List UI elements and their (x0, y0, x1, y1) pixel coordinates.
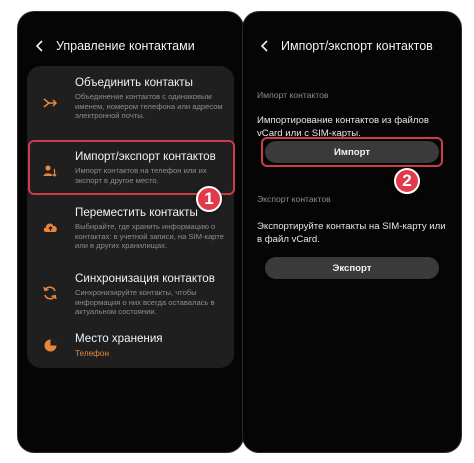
phone-right-screen: Импорт/экспорт контактов Импорт контакто… (243, 12, 461, 452)
upload-cloud-icon (41, 218, 59, 236)
menu-item-desc: Объединение контактов с одинаковым имене… (75, 92, 223, 121)
sync-icon (41, 284, 59, 302)
back-arrow-icon[interactable] (28, 34, 52, 58)
import-button[interactable]: Импорт (265, 141, 439, 163)
menu-item-merge[interactable]: Объединить контакты Объединение контакто… (27, 76, 234, 132)
export-button[interactable]: Экспорт (265, 257, 439, 279)
storage-value: Телефон (75, 349, 109, 358)
menu-item-sync[interactable]: Синхронизация контактов Синхронизируйте … (27, 272, 234, 326)
left-topbar: Управление контактами (18, 34, 243, 58)
right-topbar: Импорт/экспорт контактов (243, 34, 461, 58)
back-arrow-icon[interactable] (253, 34, 277, 58)
phone-left-screen: Управление контактами Объединить контакт… (18, 12, 243, 452)
import-description: Импортирование контактов из файлов vCard… (257, 115, 429, 139)
page-title: Управление контактами (56, 39, 195, 53)
merge-icon (41, 94, 59, 112)
contacts-menu-card: Объединить контакты Объединение контакто… (27, 66, 234, 368)
import-export-icon (41, 162, 59, 180)
export-description: Экспортируйте контакты на SIM-карту или … (257, 221, 446, 245)
menu-item-desc: Синхронизируйте контакты, чтобы информац… (75, 288, 215, 317)
storage-pie-icon (41, 336, 59, 354)
step-badge-2: 2 (394, 168, 420, 194)
menu-item-move[interactable]: Переместить контакты Выбирайте, где хран… (27, 206, 234, 266)
page-title: Импорт/экспорт контактов (281, 39, 433, 53)
step-badge-1: 1 (196, 186, 222, 212)
menu-item-title: Место хранения (75, 332, 163, 345)
export-section-label: Экспорт контактов (257, 194, 331, 204)
menu-item-title: Объединить контакты (75, 76, 193, 89)
menu-item-storage[interactable]: Место хранения Телефон (27, 332, 234, 362)
menu-item-title: Синхронизация контактов (75, 272, 215, 285)
menu-item-desc: Выбирайте, где хранить информацию о конт… (75, 222, 224, 251)
menu-item-title: Импорт/экспорт контактов (75, 150, 216, 163)
menu-item-desc: Импорт контактов на телефон или их экспо… (75, 166, 207, 185)
import-section-label: Импорт контактов (257, 90, 329, 100)
